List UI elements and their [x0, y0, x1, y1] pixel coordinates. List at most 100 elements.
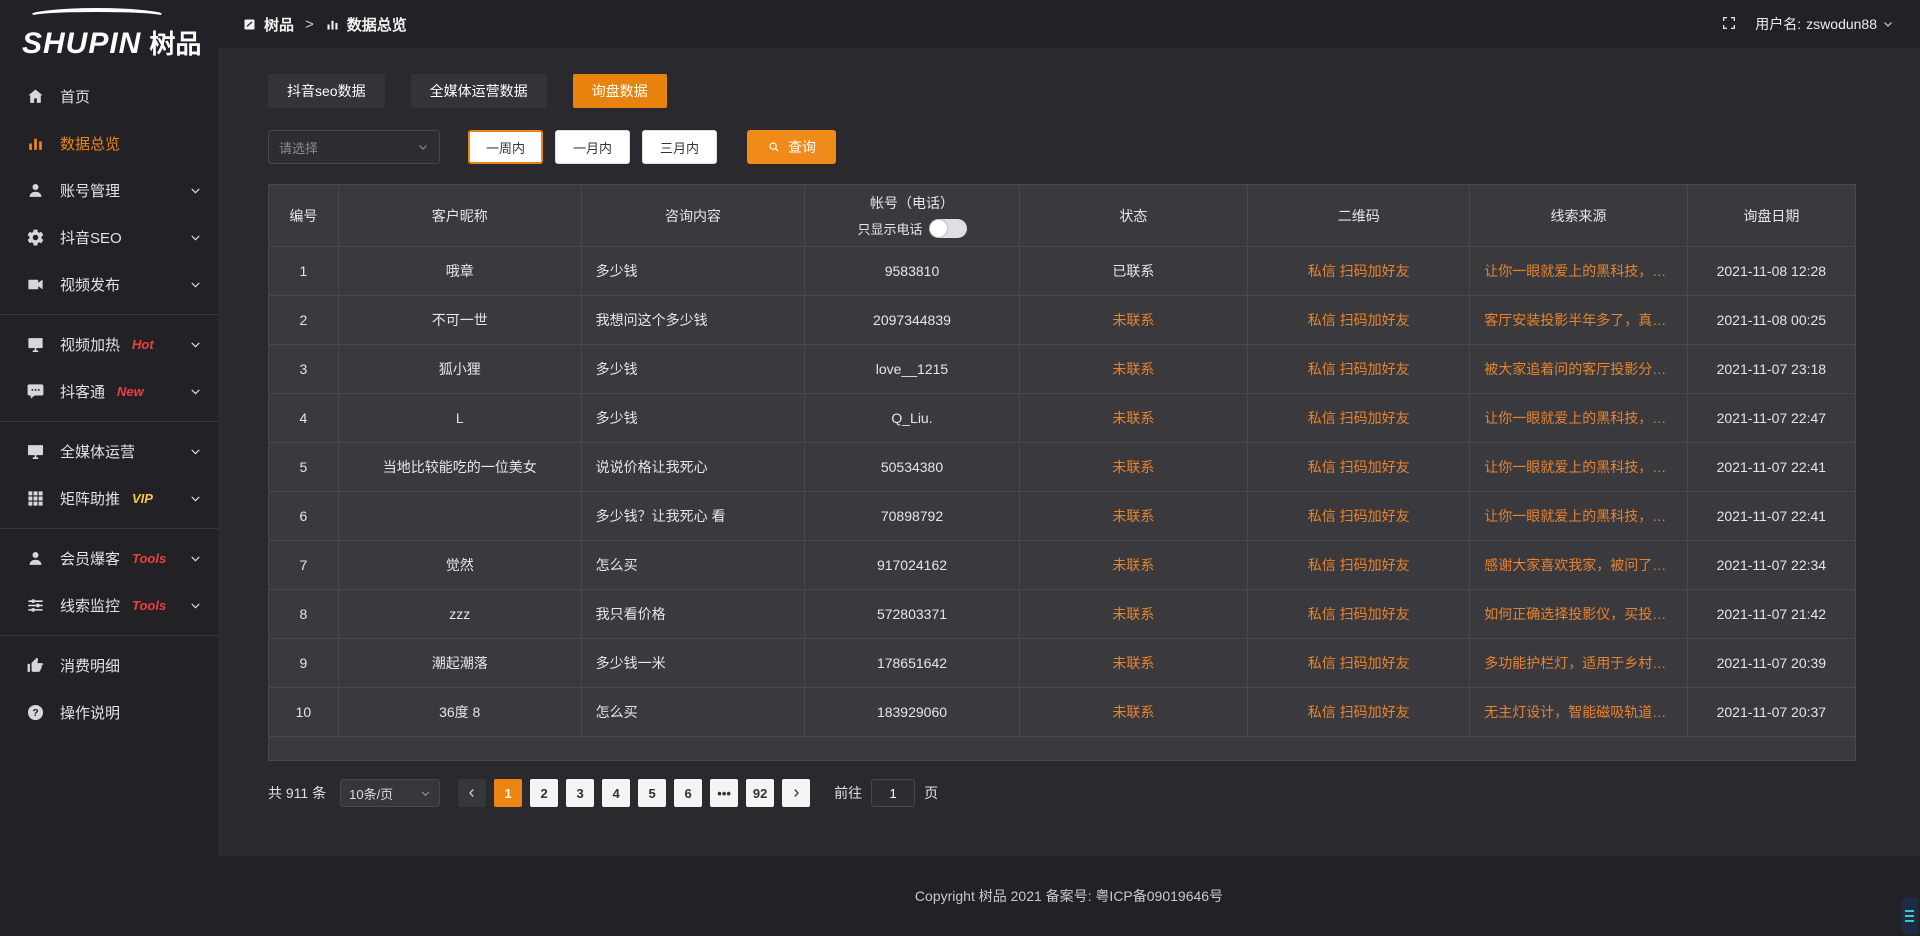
page-button-5[interactable]: 5: [638, 779, 666, 807]
cell-source[interactable]: 让你一眼就爱上的黑科技，能...: [1470, 492, 1687, 541]
bar-chart-icon: [26, 134, 45, 153]
query-label: 查询: [788, 137, 816, 157]
page-button-4[interactable]: 4: [602, 779, 630, 807]
fullscreen-icon[interactable]: [1721, 15, 1737, 34]
goto-page-input[interactable]: [871, 779, 915, 807]
chevron-down-icon: [1882, 18, 1894, 30]
sidebar-item[interactable]: 矩阵助推VIP: [0, 475, 218, 522]
app-logo: SHUPIN 树品: [0, 0, 218, 63]
breadcrumb-separator: >: [305, 16, 314, 33]
phone-only-toggle[interactable]: [929, 219, 967, 238]
cell-account: love__1215: [805, 345, 1019, 394]
sidebar-item[interactable]: 账号管理: [0, 167, 218, 214]
user-menu[interactable]: 用户名: zswodun88: [1755, 14, 1894, 34]
grid-icon: [26, 489, 45, 508]
chevron-down-icon: [417, 141, 429, 153]
cell-content: 怎么买: [581, 541, 805, 590]
cell-source[interactable]: 感谢大家喜欢我家，被问了好...: [1470, 541, 1687, 590]
page-button-6[interactable]: 6: [674, 779, 702, 807]
menu-divider: [0, 421, 218, 422]
page-button-2[interactable]: 2: [530, 779, 558, 807]
cell-date: 2021-11-08 00:25: [1687, 296, 1855, 345]
page-number-group: 123456 ••• 92: [486, 779, 774, 807]
phone-toggle-label: 只显示电话: [857, 219, 922, 238]
chevron-down-icon: [189, 445, 202, 458]
cell-source[interactable]: 如何正确选择投影仪，买投影...: [1470, 590, 1687, 639]
next-page-button[interactable]: [782, 779, 810, 807]
cell-id: 9: [269, 639, 339, 688]
cell-qrcode[interactable]: 私信 扫码加好友: [1248, 443, 1470, 492]
sidebar-item[interactable]: 线索监控Tools: [0, 582, 218, 629]
cell-date: 2021-11-07 23:18: [1687, 345, 1855, 394]
page-ellipsis[interactable]: •••: [710, 779, 738, 807]
floating-widget[interactable]: [1901, 898, 1918, 934]
cell-qrcode[interactable]: 私信 扫码加好友: [1248, 639, 1470, 688]
table-footer-strip: [268, 737, 1856, 761]
breadcrumb: 树品 > 数据总览: [242, 14, 407, 35]
range-button-2[interactable]: 三月内: [642, 130, 717, 164]
tab-2[interactable]: 询盘数据: [573, 74, 667, 108]
cell-content: 怎么买: [581, 688, 805, 737]
chevron-down-icon: [189, 231, 202, 244]
sidebar-item[interactable]: 会员爆客Tools: [0, 535, 218, 582]
cell-id: 3: [269, 345, 339, 394]
cell-id: 7: [269, 541, 339, 590]
cell-nickname: zzz: [338, 590, 581, 639]
cell-source[interactable]: 客厅安装投影半年多了，真实...: [1470, 296, 1687, 345]
sidebar-item[interactable]: 视频加热Hot: [0, 321, 218, 368]
cell-qrcode[interactable]: 私信 扫码加好友: [1248, 345, 1470, 394]
cell-source[interactable]: 无主灯设计，智能磁吸轨道灯...: [1470, 688, 1687, 737]
sidebar-item[interactable]: ?操作说明: [0, 689, 218, 736]
cell-status: 未联系: [1019, 590, 1248, 639]
cell-nickname: 狐小狸: [338, 345, 581, 394]
cell-qrcode[interactable]: 私信 扫码加好友: [1248, 296, 1470, 345]
account-select[interactable]: 请选择: [268, 130, 440, 164]
cell-source[interactable]: 让你一眼就爱上的黑科技，能...: [1470, 394, 1687, 443]
pagination: 共 911 条 10条/页 123456•••92 前往 页: [268, 779, 1856, 807]
cell-source[interactable]: 被大家追着问的客厅投影分享...: [1470, 345, 1687, 394]
cell-nickname: 不可一世: [338, 296, 581, 345]
page-button-1[interactable]: 1: [494, 779, 522, 807]
cell-source[interactable]: 多功能护栏灯，适用于乡村文...: [1470, 639, 1687, 688]
sidebar-item[interactable]: 抖音SEO: [0, 214, 218, 261]
sidebar-item[interactable]: 视频发布: [0, 261, 218, 308]
cell-qrcode[interactable]: 私信 扫码加好友: [1248, 688, 1470, 737]
query-button[interactable]: 查询: [747, 130, 836, 164]
sidebar-item[interactable]: 数据总览: [0, 120, 218, 167]
account-header-label: 帐号（电话）: [815, 193, 1008, 213]
table-row: 1036度 8怎么买183929060未联系私信 扫码加好友无主灯设计，智能磁吸…: [269, 688, 1856, 737]
sidebar-item[interactable]: 全媒体运营: [0, 428, 218, 475]
page-button-92[interactable]: 92: [746, 779, 774, 807]
cell-qrcode[interactable]: 私信 扫码加好友: [1248, 394, 1470, 443]
cell-qrcode[interactable]: 私信 扫码加好友: [1248, 590, 1470, 639]
sidebar-item-label: 抖客通: [60, 381, 105, 402]
page-size-select[interactable]: 10条/页: [340, 779, 440, 807]
sidebar-item[interactable]: 消费明细: [0, 642, 218, 689]
prev-page-button[interactable]: [458, 779, 486, 807]
page-button-3[interactable]: 3: [566, 779, 594, 807]
menu-badge: Hot: [132, 337, 154, 352]
tab-1[interactable]: 全媒体运营数据: [411, 74, 547, 108]
range-button-1[interactable]: 一月内: [555, 130, 630, 164]
column-header: 咨询内容: [581, 185, 805, 247]
date-range-group: 一周内一月内三月内: [440, 130, 717, 164]
sidebar-item[interactable]: 首页: [0, 73, 218, 120]
chevron-down-icon: [189, 599, 202, 612]
cell-qrcode[interactable]: 私信 扫码加好友: [1248, 541, 1470, 590]
sidebar-item-label: 线索监控: [60, 595, 120, 616]
table-row: 9潮起潮落多少钱一米178651642未联系私信 扫码加好友多功能护栏灯，适用于…: [269, 639, 1856, 688]
cell-date: 2021-11-07 21:42: [1687, 590, 1855, 639]
range-button-0[interactable]: 一周内: [468, 130, 543, 164]
cell-source[interactable]: 让你一眼就爱上的黑科技，能...: [1470, 443, 1687, 492]
user-icon: [26, 181, 45, 200]
cell-status: 未联系: [1019, 688, 1248, 737]
cell-qrcode[interactable]: 私信 扫码加好友: [1248, 492, 1470, 541]
tab-0[interactable]: 抖音seo数据: [268, 74, 385, 108]
cell-source[interactable]: 让你一眼就爱上的黑科技，能...: [1470, 247, 1687, 296]
breadcrumb-home[interactable]: 树品: [264, 14, 294, 35]
chat-icon: [26, 382, 45, 401]
cell-id: 2: [269, 296, 339, 345]
cell-date: 2021-11-07 22:47: [1687, 394, 1855, 443]
sidebar-item[interactable]: 抖客通New: [0, 368, 218, 415]
cell-qrcode[interactable]: 私信 扫码加好友: [1248, 247, 1470, 296]
